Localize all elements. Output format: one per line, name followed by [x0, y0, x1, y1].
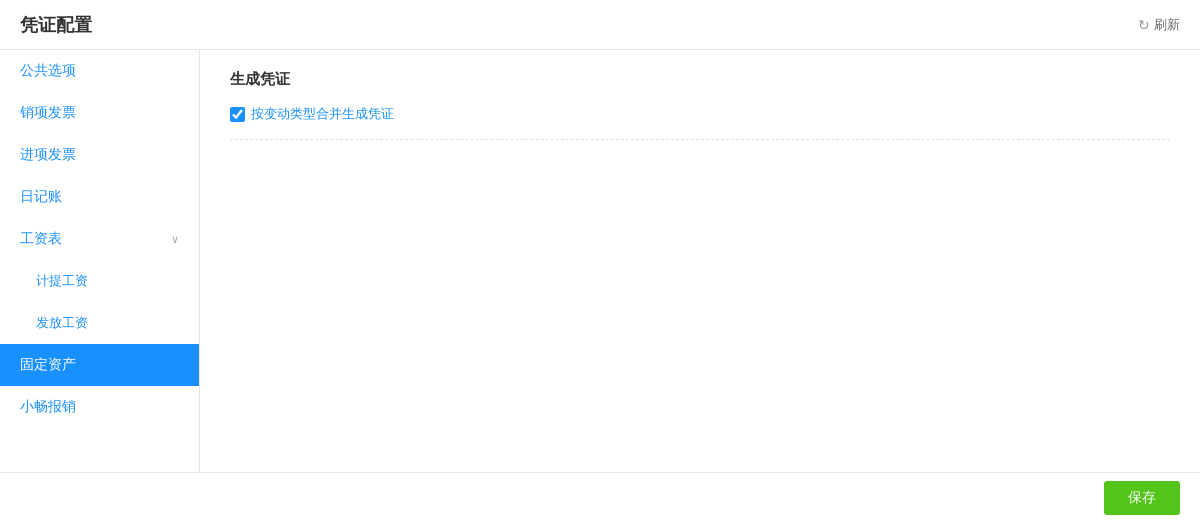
sidebar: 公共选项销项发票进项发票日记账工资表 ∨ 计提工资发放工资固定资产小畅报销: [0, 50, 200, 472]
header: 凭证配置 ↻ 刷新: [0, 0, 1200, 50]
sidebar-item-payroll-accrual[interactable]: 计提工资: [0, 260, 199, 302]
sidebar-label-public-options: 公共选项: [20, 62, 76, 80]
merge-voucher-label: 按变动类型合并生成凭证: [251, 105, 394, 123]
page-wrapper: 凭证配置 ↻ 刷新 公共选项销项发票进项发票日记账工资表 ∨ 计提工资发放工资固定资…: [0, 0, 1200, 522]
sidebar-label-payroll: 工资表: [20, 230, 62, 248]
checkbox-row: 按变动类型合并生成凭证: [230, 105, 1170, 123]
sidebar-item-purchase-invoice[interactable]: 进项发票: [0, 134, 199, 176]
footer: 保存: [0, 472, 1200, 522]
sidebar-label-purchase-invoice: 进项发票: [20, 146, 76, 164]
section-title: 生成凭证: [230, 70, 1170, 89]
merge-voucher-checkbox-wrapper[interactable]: 按变动类型合并生成凭证: [230, 105, 394, 123]
content-area: 生成凭证 按变动类型合并生成凭证: [200, 50, 1200, 472]
refresh-button[interactable]: ↻ 刷新: [1138, 16, 1180, 34]
refresh-icon: ↻: [1138, 17, 1150, 33]
sidebar-label-journal: 日记账: [20, 188, 62, 206]
sidebar-item-journal[interactable]: 日记账: [0, 176, 199, 218]
refresh-label: 刷新: [1154, 16, 1180, 34]
sidebar-label-fixed-assets: 固定资产: [20, 356, 76, 374]
sidebar-item-payroll-release[interactable]: 发放工资: [0, 302, 199, 344]
sidebar-item-sales-invoice[interactable]: 销项发票: [0, 92, 199, 134]
page-title: 凭证配置: [20, 13, 92, 37]
sidebar-label-payroll-release: 发放工资: [36, 314, 88, 332]
save-button[interactable]: 保存: [1104, 481, 1180, 515]
sidebar-label-expense-claim: 小畅报销: [20, 398, 76, 416]
sidebar-label-payroll-accrual: 计提工资: [36, 272, 88, 290]
section-divider: [230, 139, 1170, 140]
chevron-down-icon: ∨: [171, 233, 179, 246]
sidebar-item-payroll[interactable]: 工资表 ∨: [0, 218, 199, 260]
sidebar-label-sales-invoice: 销项发票: [20, 104, 76, 122]
sidebar-item-expense-claim[interactable]: 小畅报销: [0, 386, 199, 428]
main-layout: 公共选项销项发票进项发票日记账工资表 ∨ 计提工资发放工资固定资产小畅报销 生成凭证…: [0, 50, 1200, 472]
sidebar-item-fixed-assets[interactable]: 固定资产: [0, 344, 199, 386]
merge-voucher-checkbox[interactable]: [230, 107, 245, 122]
sidebar-item-public-options[interactable]: 公共选项: [0, 50, 199, 92]
